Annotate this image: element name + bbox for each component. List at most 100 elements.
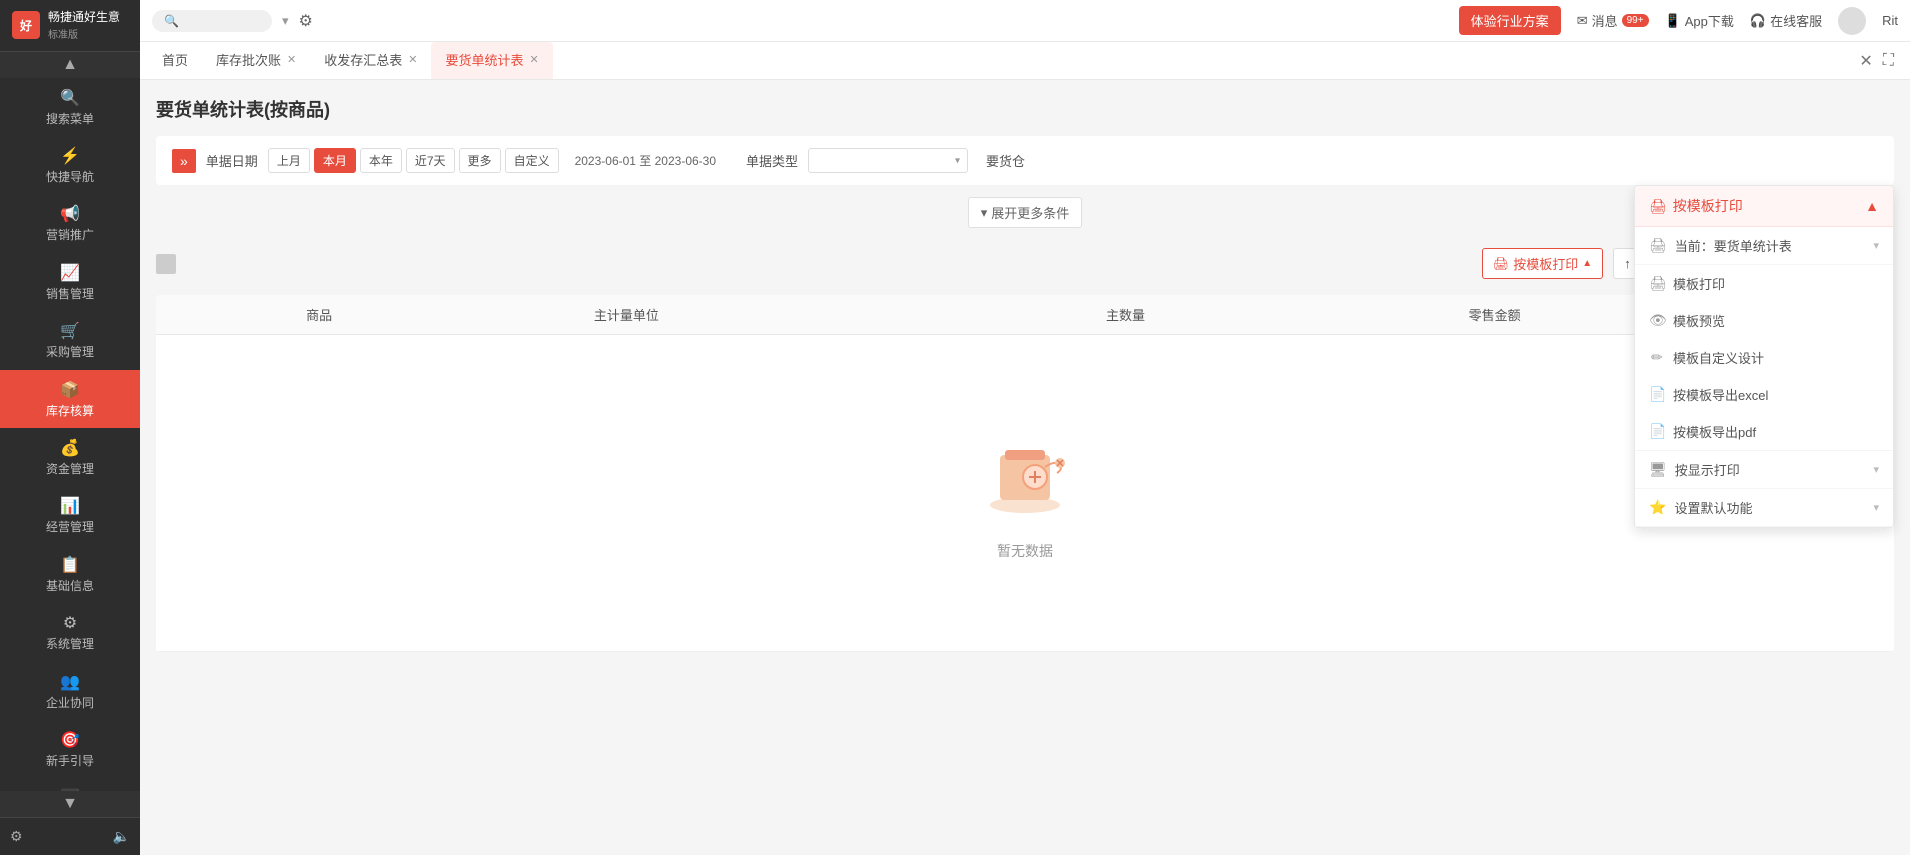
sidebar-item-搜索菜单[interactable]: 🔍搜索菜单 <box>0 78 140 136</box>
sidebar-icon-9: ⚙ <box>63 613 77 633</box>
tab-首页[interactable]: 首页 <box>148 42 202 79</box>
date-range: 2023-06-01 至 2023-06-30 <box>575 152 716 169</box>
sidebar-item-系统管理[interactable]: ⚙系统管理 <box>0 603 140 661</box>
printer-header-icon: 🖨 <box>1649 198 1667 215</box>
print-template-btn[interactable]: 🖨 按模板打印 ▲ <box>1482 248 1603 279</box>
date-label: 单据日期 <box>206 151 258 170</box>
dropdown-item-preview[interactable]: 👁 模板预览 <box>1635 302 1893 339</box>
dropdown-items-section: 🖨 模板打印 👁 模板预览 ✏ 模板自定义设计 📄 按模板导出excel 📄 <box>1635 265 1893 451</box>
sidebar-icon-0: 🔍 <box>60 88 80 108</box>
sidebar-icon-5: 📦 <box>60 380 80 400</box>
dropdown-arrow[interactable]: ▾ <box>282 13 289 29</box>
sidebar-icon-6: 💰 <box>60 438 80 458</box>
sidebar-icon-4: 🛒 <box>60 321 80 341</box>
tab-close-2[interactable]: ✕ <box>408 53 417 66</box>
col-header-0 <box>156 295 294 335</box>
date-btn-custom[interactable]: 自定义 <box>505 148 559 173</box>
dropdown-current-section: 🖨 当前：要货单统计表 ▾ <box>1635 227 1893 265</box>
design-item-label: 模板自定义设计 <box>1673 348 1764 367</box>
logo-name: 畅捷通好生意 <box>48 10 120 26</box>
preview-item-icon: 👁 <box>1649 312 1665 329</box>
sidebar-item-企业协同[interactable]: 👥 企业协同 <box>0 662 140 720</box>
messages-btn[interactable]: ✉ 消息 99+ <box>1577 11 1649 30</box>
sidebar-label-2: 营销推广 <box>46 228 94 242</box>
expand-more-btn[interactable]: ▾ 展开更多条件 <box>968 197 1083 228</box>
sound-icon[interactable]: 🔈 <box>113 828 130 845</box>
dropdown-display-print[interactable]: 🖥 按显示打印 ▾ <box>1635 451 1893 488</box>
sidebar-item-营销推广[interactable]: 📢 营销推广 <box>0 194 140 252</box>
preview-item-label: 模板预览 <box>1673 311 1725 330</box>
display-print-label: 按显示打印 <box>1675 460 1740 479</box>
close-tab-icon[interactable]: ✕ <box>1859 51 1872 71</box>
sidebar-icon-7: 📊 <box>60 496 80 516</box>
search-box[interactable]: 🔍 <box>152 10 272 32</box>
current-label: 当前：要货单统计表 <box>1675 236 1792 255</box>
col-header-2: 主计量单位 <box>582 295 1094 335</box>
date-btn-this-year[interactable]: 本年 <box>360 148 402 173</box>
top-bar: 🔍 ▾ ⚙ 体验行业方案 ✉ 消息 99+ 📱 App下载 🎧 在线客服 Rit <box>140 0 1910 42</box>
sidebar-label-1: 快捷导航 <box>46 170 94 184</box>
display-print-icon: 🖥 <box>1649 461 1667 478</box>
col-header-1: 商品 <box>294 295 582 335</box>
table-settings-icon[interactable] <box>156 254 176 274</box>
tab-bar: 首页库存批次账✕收发存汇总表✕要货单统计表✕ ✕ ⛶ <box>140 42 1910 80</box>
current-item-left: 🖨 当前：要货单统计表 <box>1649 236 1792 255</box>
sidebar-label-10: 企业协同 <box>46 696 94 710</box>
tab-收发存汇总表[interactable]: 收发存汇总表✕ <box>310 42 431 79</box>
filter-bar: » 单据日期 上月 本月 本年 近7天 更多 自定义 2023-06-01 至 … <box>156 136 1894 185</box>
expand-icon: ▾ <box>981 205 988 221</box>
sidebar-icon-2: 📢 <box>60 204 80 224</box>
sidebar-scroll-up[interactable]: ▲ <box>0 52 140 78</box>
tab-库存批次账[interactable]: 库存批次账 ✕ <box>202 42 310 79</box>
set-default-label: 设置默认功能 <box>1674 498 1752 517</box>
user-name: Rit <box>1882 13 1898 28</box>
sidebar-icon-10: 👥 <box>60 672 80 692</box>
app-download-label: App下载 <box>1685 11 1734 30</box>
dropdown-collapse-btn[interactable]: ▲ <box>1865 198 1879 214</box>
date-btn-7days[interactable]: 近7天 <box>406 148 455 173</box>
maximize-icon[interactable]: ⛶ <box>1883 52 1894 70</box>
avatar[interactable] <box>1838 7 1866 35</box>
sidebar-item-新手引导[interactable]: 🎯新手引导 <box>0 720 140 778</box>
sidebar-scroll-down[interactable]: ▼ <box>0 791 140 817</box>
page-title: 要货单统计表(按商品) <box>156 96 1894 122</box>
date-btn-more[interactable]: 更多 <box>459 148 501 173</box>
dropdown-item-export-pdf[interactable]: 📄 按模板导出pdf <box>1635 413 1893 450</box>
dropdown-current-item[interactable]: 🖨 当前：要货单统计表 ▾ <box>1635 227 1893 264</box>
sidebar-item-库存核算[interactable]: 📦库存核算 <box>0 370 140 428</box>
message-icon: ✉ <box>1577 13 1588 29</box>
online-service-btn[interactable]: 🎧 在线客服 <box>1750 11 1822 30</box>
empty-text: 暂无数据 <box>997 541 1053 561</box>
date-btn-this-month[interactable]: 本月 <box>314 148 356 173</box>
settings-gear-icon[interactable]: ⚙ <box>299 11 313 31</box>
settings-icon[interactable]: ⚙ <box>10 828 23 845</box>
tab-close-1[interactable]: ✕ <box>287 53 296 66</box>
tab-close-3[interactable]: ✕ <box>530 53 539 66</box>
sidebar-item-应用中心[interactable]: 🔲应用中心 <box>0 778 140 791</box>
filter-expand-icon[interactable]: » <box>172 149 196 173</box>
tab-label-1: 库存批次账 <box>216 50 281 69</box>
col-header-3: 主数量 <box>1094 295 1457 335</box>
sidebar-icon-8: 📋 <box>60 555 80 575</box>
set-default-left: ⭐ 设置默认功能 <box>1649 498 1752 517</box>
experience-btn[interactable]: 体验行业方案 <box>1459 6 1561 35</box>
sidebar-item-快捷导航[interactable]: ⚡快捷导航 <box>0 136 140 194</box>
dropdown-set-default[interactable]: ⭐ 设置默认功能 ▾ <box>1635 489 1893 526</box>
main-content: 🔍 ▾ ⚙ 体验行业方案 ✉ 消息 99+ 📱 App下载 🎧 在线客服 Rit <box>140 0 1910 855</box>
sidebar-item-采购管理[interactable]: 🛒采购管理 <box>0 311 140 369</box>
bill-type-select[interactable] <box>808 148 968 173</box>
app-download-btn[interactable]: 📱 App下载 <box>1665 11 1734 30</box>
dropdown-item-design[interactable]: ✏ 模板自定义设计 <box>1635 339 1893 376</box>
empty-state: 暂无数据 <box>168 345 1882 641</box>
sidebar-item-销售管理[interactable]: 📈销售管理 <box>0 253 140 311</box>
dropdown-item-print[interactable]: 🖨 模板打印 <box>1635 265 1893 302</box>
current-arrow-icon: ▾ <box>1873 239 1879 252</box>
date-btn-last-month[interactable]: 上月 <box>268 148 310 173</box>
date-buttons: 上月 本月 本年 近7天 更多 自定义 <box>268 148 559 173</box>
dropdown-item-export-excel[interactable]: 📄 按模板导出excel <box>1635 376 1893 413</box>
sidebar-item-资金管理[interactable]: 💰资金管理 <box>0 428 140 486</box>
tab-bar-right: ✕ ⛶ <box>1859 51 1902 71</box>
tab-要货单统计表[interactable]: 要货单统计表✕ <box>431 42 552 79</box>
sidebar-item-基础信息[interactable]: 📋基础信息 <box>0 545 140 603</box>
sidebar-item-经营管理[interactable]: 📊经营管理 <box>0 486 140 544</box>
